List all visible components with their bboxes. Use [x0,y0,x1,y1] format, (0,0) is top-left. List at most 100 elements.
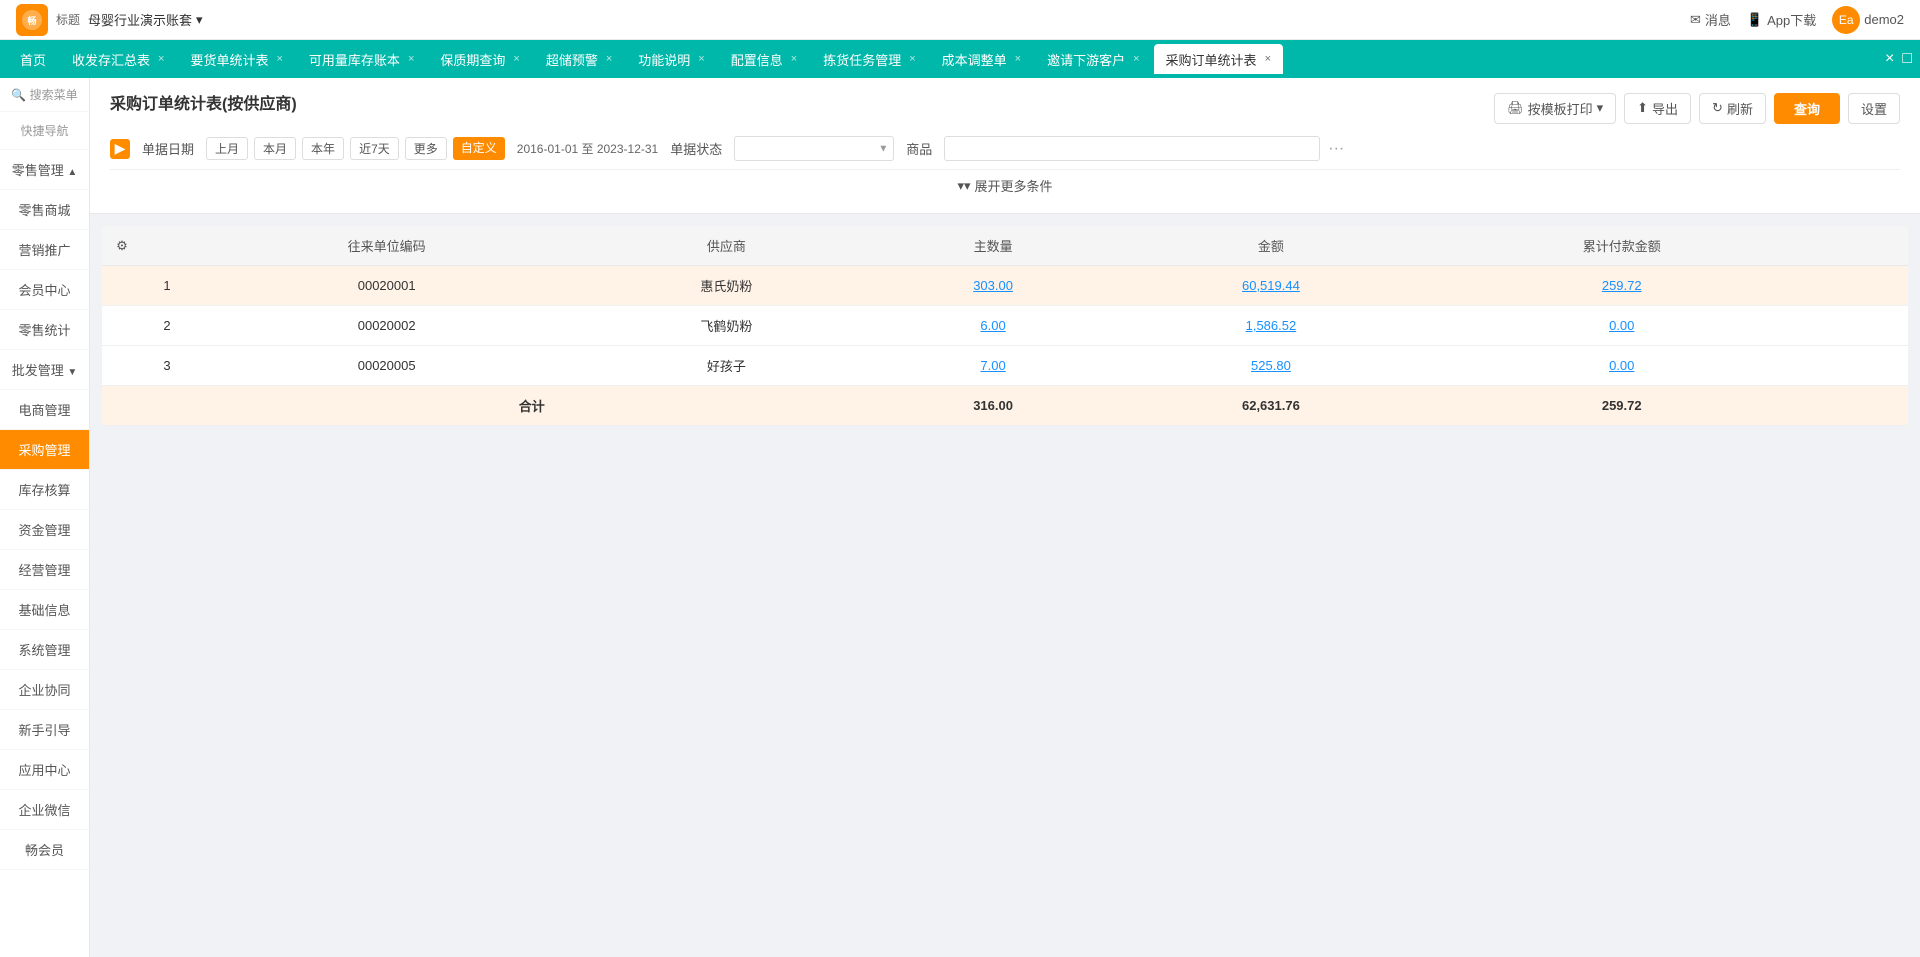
tab-close-icon[interactable]: × [791,53,797,65]
tab-close-icon[interactable]: × [698,53,704,65]
tab-func-desc[interactable]: 功能说明 × [626,44,716,74]
template-print-btn[interactable]: 🖨 按模板打印 ▾ [1494,93,1616,124]
expand-nav-btn[interactable]: □ [1902,50,1912,68]
row-amount-cell: 525.80 [1115,346,1427,386]
product-filter-label: 商品 [906,139,932,158]
expand-more-btn[interactable]: ▾▾ 展开更多条件 [957,176,1052,195]
row-main-qty-link[interactable]: 7.00 [980,358,1005,373]
row-paid-amount-link[interactable]: 0.00 [1609,318,1634,333]
sidebar-item-retail-shop[interactable]: 零售商城 [0,190,89,230]
sidebar-item-wholesale[interactable]: 批发管理 ▼ [0,350,89,390]
sidebar-item-quick-nav[interactable]: 快捷导航 [0,112,89,150]
sidebar-item-retail-stats[interactable]: 零售统计 [0,310,89,350]
row-amount-link[interactable]: 60,519.44 [1242,278,1300,293]
tab-home[interactable]: 首页 [8,44,58,74]
status-select[interactable] [734,136,894,161]
tab-close-icon[interactable]: × [513,53,519,65]
footer-empty [102,386,192,426]
tab-close-icon[interactable]: × [1133,53,1139,65]
product-more-icon[interactable]: ··· [1328,140,1344,158]
top-bar-right: ✉ 消息 📱 App下载 Ea demo2 [1690,6,1904,34]
query-btn[interactable]: 查询 [1774,93,1840,124]
product-input[interactable] [944,136,1320,161]
sidebar-item-app-center[interactable]: 应用中心 [0,750,89,790]
tab-close-icon[interactable]: × [408,53,414,65]
row-extra-cell [1816,346,1908,386]
sidebar-item-search[interactable]: 🔍 搜索菜单 [0,78,89,112]
row-main-qty-link[interactable]: 6.00 [980,318,1005,333]
table-footer-row: 合计 316.00 62,631.76 259.72 [102,386,1908,426]
sidebar: 🔍 搜索菜单 快捷导航 零售管理 ▲ 零售商城 营销推广 会员中心 零售统计 批… [0,78,90,957]
sidebar-marketing-label: 营销推广 [18,243,70,258]
tab-order-summary[interactable]: 要货单统计表 × [178,44,294,74]
settings-btn[interactable]: 设置 [1848,93,1900,124]
settings-icon[interactable]: ⚙ [116,238,128,253]
tab-purchase-summary-label: 采购订单统计表 [1166,50,1257,69]
sidebar-item-sys[interactable]: 系统管理 [0,630,89,670]
sidebar-item-finance[interactable]: 资金管理 [0,510,89,550]
sidebar-item-enterprise-collab[interactable]: 企业协同 [0,670,89,710]
tab-close-icon[interactable]: × [158,53,164,65]
sidebar-item-ops[interactable]: 经营管理 [0,550,89,590]
col-header-main-qty: 主数量 [871,226,1114,266]
tab-pickup-task[interactable]: 拣货任务管理 × [811,44,927,74]
tab-close-icon[interactable]: × [1015,53,1021,65]
chevron-icon: ▼ [67,367,77,378]
user-avatar[interactable]: Ea demo2 [1832,6,1904,34]
tab-close-icon[interactable]: × [909,53,915,65]
table-row: 2 00020002 飞鹤奶粉 6.00 1,586.52 0.00 [102,306,1908,346]
row-main-qty-link[interactable]: 303.00 [973,278,1013,293]
refresh-btn[interactable]: ↻ 刷新 [1699,93,1766,124]
tab-cost-adjust[interactable]: 成本调整单 × [930,44,1033,74]
message-btn[interactable]: ✉ 消息 [1690,10,1731,29]
date-more-btn[interactable]: 更多 [405,137,447,160]
row-amount-link[interactable]: 1,586.52 [1246,318,1297,333]
app-download-btn[interactable]: 📱 App下载 [1747,10,1816,29]
workspace-selector[interactable]: 母婴行业演示账套 ▾ [88,10,203,29]
footer-amount-cell: 62,631.76 [1115,386,1427,426]
sidebar-item-marketing[interactable]: 营销推广 [0,230,89,270]
tab-close-icon[interactable]: × [606,53,612,65]
tab-overstock-alert[interactable]: 超储预警 × [534,44,624,74]
filter-toggle-btn[interactable]: ▶ [110,139,130,159]
tab-config-info[interactable]: 配置信息 × [719,44,809,74]
sidebar-item-ecommerce[interactable]: 电商管理 [0,390,89,430]
table-section: ⚙ 往来单位编码 供应商 主数量 金额 累计付款金额 1 [90,214,1920,957]
tab-receive-summary[interactable]: 收发存汇总表 × [60,44,176,74]
tab-close-icon[interactable]: × [276,53,282,65]
row-amount-link[interactable]: 525.80 [1251,358,1291,373]
export-btn[interactable]: ⬆ 导出 [1624,93,1691,124]
sidebar-item-purchase[interactable]: 采购管理 [0,430,89,470]
message-label: 消息 [1705,10,1731,29]
content-area: 采购订单统计表(按供应商) 🖨 按模板打印 ▾ ⬆ 导出 [90,78,1920,957]
close-all-btn[interactable]: × [1885,50,1894,68]
avatar-icon: Ea [1832,6,1860,34]
date-this-month-btn[interactable]: 本月 [254,137,296,160]
tab-purchase-summary[interactable]: 采购订单统计表 × [1154,44,1283,74]
sidebar-item-enterprise-wechat[interactable]: 企业微信 [0,790,89,830]
sidebar-retail-stats-label: 零售统计 [18,323,70,338]
row-paid-amount-link[interactable]: 259.72 [1602,278,1642,293]
sidebar-item-retail-mgmt[interactable]: 零售管理 ▲ [0,150,89,190]
tab-invite-downstream[interactable]: 邀请下游客户 × [1035,44,1151,74]
sidebar-item-new-guide[interactable]: 新手引导 [0,710,89,750]
date-this-year-btn[interactable]: 本年 [302,137,344,160]
date-7days-btn[interactable]: 近7天 [350,137,399,160]
sidebar-item-member[interactable]: 会员中心 [0,270,89,310]
tab-warranty-query[interactable]: 保质期查询 × [428,44,531,74]
tab-close-active-icon[interactable]: × [1265,53,1271,65]
top-bar: 畅 标题 母婴行业演示账套 ▾ ✉ 消息 📱 App下载 Ea demo2 [0,0,1920,40]
tab-order-summary-label: 要货单统计表 [190,50,268,69]
sidebar-finance-label: 资金管理 [18,523,70,538]
sidebar-item-inventory[interactable]: 库存核算 [0,470,89,510]
app-download-label: App下载 [1767,10,1816,29]
sidebar-item-member-card[interactable]: 畅会员 [0,830,89,870]
row-main-qty-cell: 303.00 [871,266,1114,306]
col-header-supplier: 供应商 [581,226,871,266]
date-last-month-btn[interactable]: 上月 [206,137,248,160]
row-paid-amount-link[interactable]: 0.00 [1609,358,1634,373]
export-label: 导出 [1652,99,1678,118]
sidebar-item-basic[interactable]: 基础信息 [0,590,89,630]
tab-usable-inventory[interactable]: 可用量库存账本 × [297,44,426,74]
nav-end-actions: × □ [1885,50,1912,68]
